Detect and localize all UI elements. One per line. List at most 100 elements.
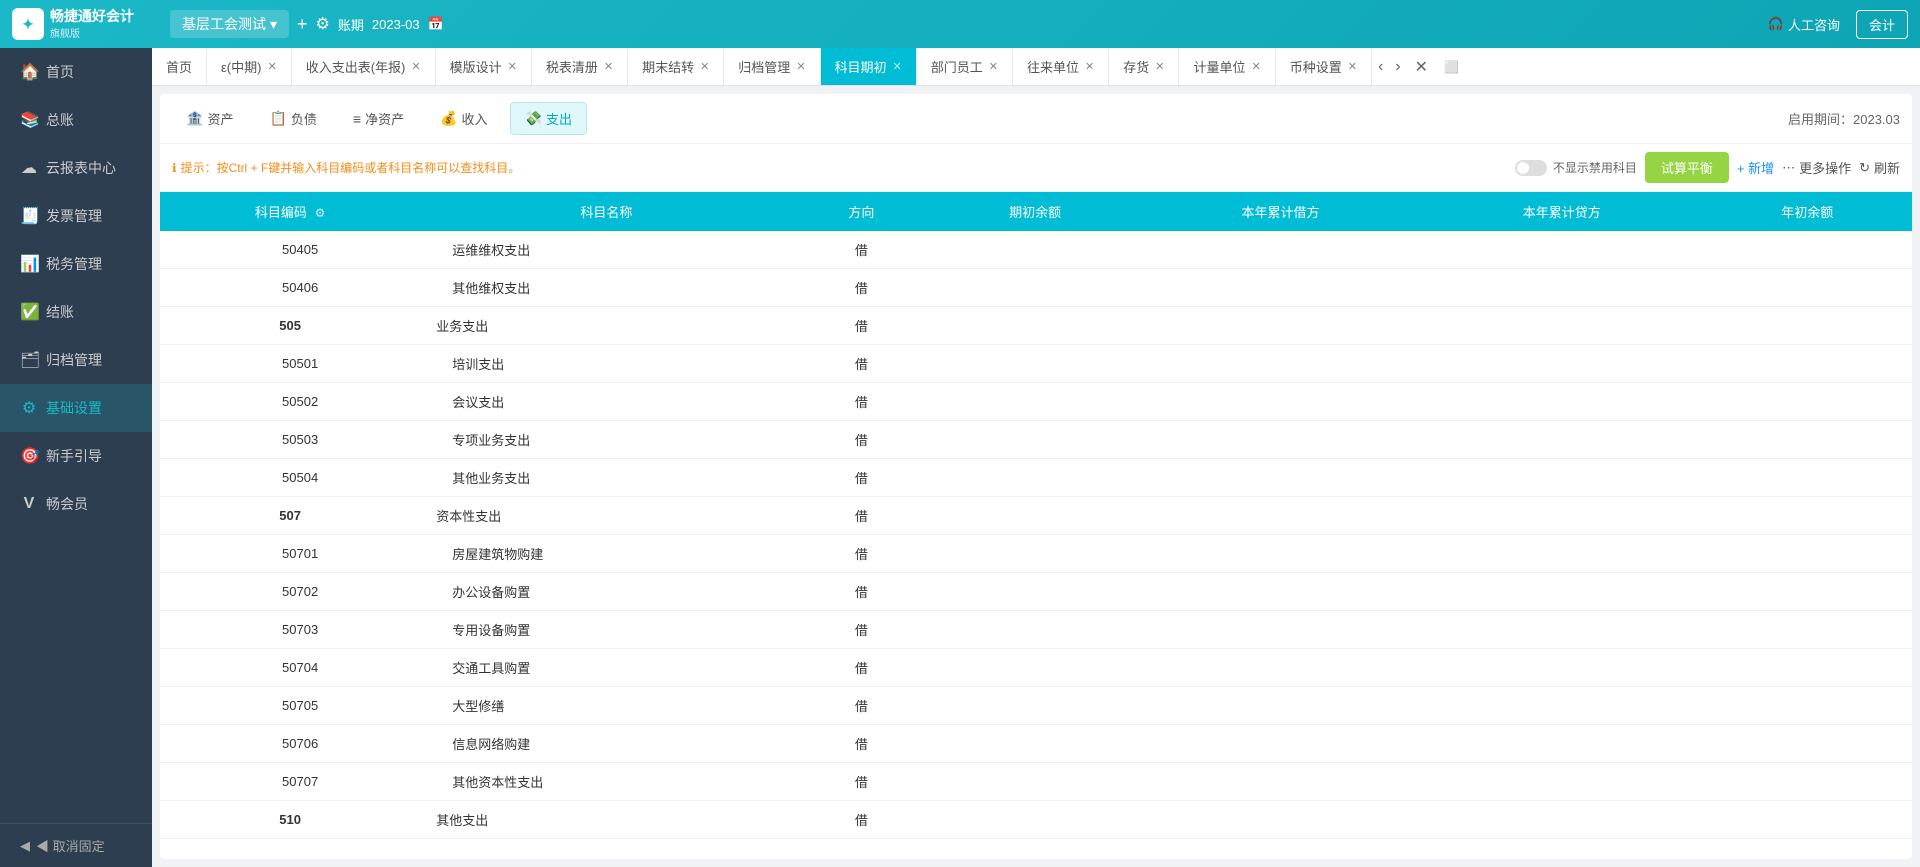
tab-close-template[interactable]: ✕ [508, 60, 517, 73]
settings-icon[interactable]: ⚙ [316, 14, 330, 34]
table-row[interactable]: 50701 房屋建筑物购建 借 [160, 535, 1912, 573]
sidebar-collapse-btn[interactable]: ◀ ◀ 取消固定 [0, 823, 152, 867]
sidebar-item-ledger[interactable]: 📚 总账 [0, 96, 152, 144]
tax-icon: 📊 [20, 254, 38, 274]
cell-code: 50706 [160, 725, 420, 763]
sub-tab-income[interactable]: 💰 收入 [426, 103, 501, 134]
tab-template[interactable]: 模版设计 ✕ [436, 48, 532, 86]
cell-code: 50502 [160, 383, 420, 421]
col-ytd-credit: 本年累计贷方 [1421, 192, 1702, 231]
tab-archive[interactable]: 归档管理 ✕ [724, 48, 820, 86]
tab-inventory[interactable]: 存货 ✕ [1109, 48, 1179, 86]
table-row[interactable]: 50705 大型修缮 借 [160, 687, 1912, 725]
tab-close-income[interactable]: ✕ [411, 60, 420, 73]
cell-opening [930, 459, 1140, 497]
cell-code: 50503 [160, 421, 420, 459]
cell-ytd-debit [1140, 725, 1421, 763]
table-row[interactable]: 50405 运维维权支出 借 [160, 231, 1912, 269]
tab-close-dept[interactable]: ✕ [989, 60, 998, 73]
add-btn[interactable]: + 新增 [1737, 158, 1774, 177]
tab-prev-btn[interactable]: ‹ [1372, 48, 1389, 86]
tab-close-period[interactable]: ✕ [267, 60, 276, 73]
archive-icon: 🗂 [20, 350, 38, 370]
tab-close-currency[interactable]: ✕ [1348, 60, 1357, 73]
tab-close-archive[interactable]: ✕ [796, 60, 805, 73]
sidebar-item-member[interactable]: V 畅会员 [0, 480, 152, 528]
table-row[interactable]: 50704 交通工具购置 借 [160, 649, 1912, 687]
tab-close-subject[interactable]: ✕ [893, 60, 902, 73]
cell-opening [930, 725, 1140, 763]
cell-opening [930, 649, 1140, 687]
cell-ytd-credit [1421, 687, 1702, 725]
cell-code: 50501 [160, 345, 420, 383]
sidebar-item-archive[interactable]: 🗂 归档管理 [0, 336, 152, 384]
calendar-icon[interactable]: 📅 [428, 16, 444, 32]
tab-close-tax[interactable]: ✕ [604, 60, 613, 73]
refresh-btn[interactable]: ↻ 刷新 [1859, 158, 1900, 177]
toggle-disabled-subjects[interactable] [1515, 160, 1547, 176]
sidebar-item-close[interactable]: ✅ 结账 [0, 288, 152, 336]
tab-dept[interactable]: 部门员工 ✕ [917, 48, 1013, 86]
table-row[interactable]: 50702 办公设备购置 借 [160, 573, 1912, 611]
tab-subject-init[interactable]: 科目期初 ✕ [821, 48, 917, 86]
cell-ytd-credit [1421, 345, 1702, 383]
tab-currency[interactable]: 币种设置 ✕ [1276, 48, 1372, 86]
cell-year-opening [1702, 573, 1912, 611]
dropdown-icon: ▾ [270, 16, 277, 33]
cell-direction: 借 [792, 573, 930, 611]
table-row[interactable]: 50406 其他维权支出 借 [160, 269, 1912, 307]
cell-ytd-debit [1140, 421, 1421, 459]
cell-ytd-credit [1421, 497, 1702, 535]
sub-tab-liability[interactable]: 📋 负债 [255, 103, 330, 134]
sidebar-item-reports[interactable]: ☁ 云报表中心 [0, 144, 152, 192]
cell-opening [930, 383, 1140, 421]
table-row[interactable]: 50503 专项业务支出 借 [160, 421, 1912, 459]
table-row[interactable]: 50703 专用设备购置 借 [160, 611, 1912, 649]
add-company-btn[interactable]: + [297, 14, 308, 35]
tab-period[interactable]: ε(中期) ✕ [207, 48, 292, 86]
company-selector[interactable]: 基层工会测试 ▾ [170, 10, 289, 38]
sidebar-item-home[interactable]: 🏠 首页 [0, 48, 152, 96]
sidebar-item-guide[interactable]: 🎯 新手引导 [0, 432, 152, 480]
table-row[interactable]: 50501 培训支出 借 [160, 345, 1912, 383]
more-btn[interactable]: ⋯ 更多操作 [1782, 158, 1851, 177]
tab-income-report[interactable]: 收入支出表(年报) ✕ [292, 48, 436, 86]
table-row[interactable]: 50502 会议支出 借 [160, 383, 1912, 421]
sidebar-item-settings[interactable]: ⚙ 基础设置 [0, 384, 152, 432]
table-row[interactable]: 50504 其他业务支出 借 [160, 459, 1912, 497]
cell-year-opening [1702, 345, 1912, 383]
balance-btn[interactable]: 试算平衡 [1645, 152, 1729, 183]
tab-close-all-btn[interactable]: ✕ [1407, 48, 1436, 86]
table-row[interactable]: 505 业务支出 借 [160, 307, 1912, 345]
tab-close-period-end[interactable]: ✕ [700, 60, 709, 73]
table-row[interactable]: 50706 信息网络购建 借 [160, 725, 1912, 763]
tab-contacts[interactable]: 往来单位 ✕ [1013, 48, 1109, 86]
sub-tab-asset[interactable]: 🏦 资产 [172, 103, 247, 134]
sidebar-item-tax[interactable]: 📊 税务管理 [0, 240, 152, 288]
cell-ytd-debit [1140, 687, 1421, 725]
tab-close-unit[interactable]: ✕ [1251, 60, 1260, 73]
logo-text: 畅捷通好会计 旗舰版 [50, 8, 134, 40]
support-btn[interactable]: 🎧 人工咨询 [1760, 11, 1848, 38]
tab-bar: 首页 ε(中期) ✕ 收入支出表(年报) ✕ 模版设计 ✕ 税表清册 ✕ 期末结… [152, 48, 1920, 86]
content-area: 首页 ε(中期) ✕ 收入支出表(年报) ✕ 模版设计 ✕ 税表清册 ✕ 期末结… [152, 48, 1920, 867]
tab-next-btn[interactable]: › [1389, 48, 1406, 86]
tab-tax[interactable]: 税表清册 ✕ [532, 48, 628, 86]
tab-close-inventory[interactable]: ✕ [1155, 60, 1164, 73]
table-row[interactable]: 510 其他支出 借 [160, 801, 1912, 839]
col-settings-icon[interactable]: ⚙ [315, 206, 326, 220]
tab-home[interactable]: 首页 [152, 48, 207, 86]
kuaiji-btn[interactable]: 会计 [1856, 10, 1908, 39]
sub-tab-expense[interactable]: 💸 支出 [510, 102, 587, 135]
tab-close-contacts[interactable]: ✕ [1085, 60, 1094, 73]
table-row[interactable]: 50707 其他资本性支出 借 [160, 763, 1912, 801]
table-row[interactable]: 507 资本性支出 借 [160, 497, 1912, 535]
sub-tab-equity[interactable]: ≡ 净资产 [339, 103, 418, 134]
tip-text: ℹ 提示：按Ctrl + F键并输入科目编码或者科目名称可以查找科目。 [172, 159, 520, 176]
sidebar-item-invoice[interactable]: 🧾 发票管理 [0, 192, 152, 240]
tab-period-end[interactable]: 期末结转 ✕ [628, 48, 724, 86]
cell-ytd-debit [1140, 269, 1421, 307]
cell-name: 业务支出 [420, 307, 792, 345]
tab-maximize-btn[interactable]: ⬜ [1436, 48, 1467, 86]
tab-unit[interactable]: 计量单位 ✕ [1179, 48, 1275, 86]
